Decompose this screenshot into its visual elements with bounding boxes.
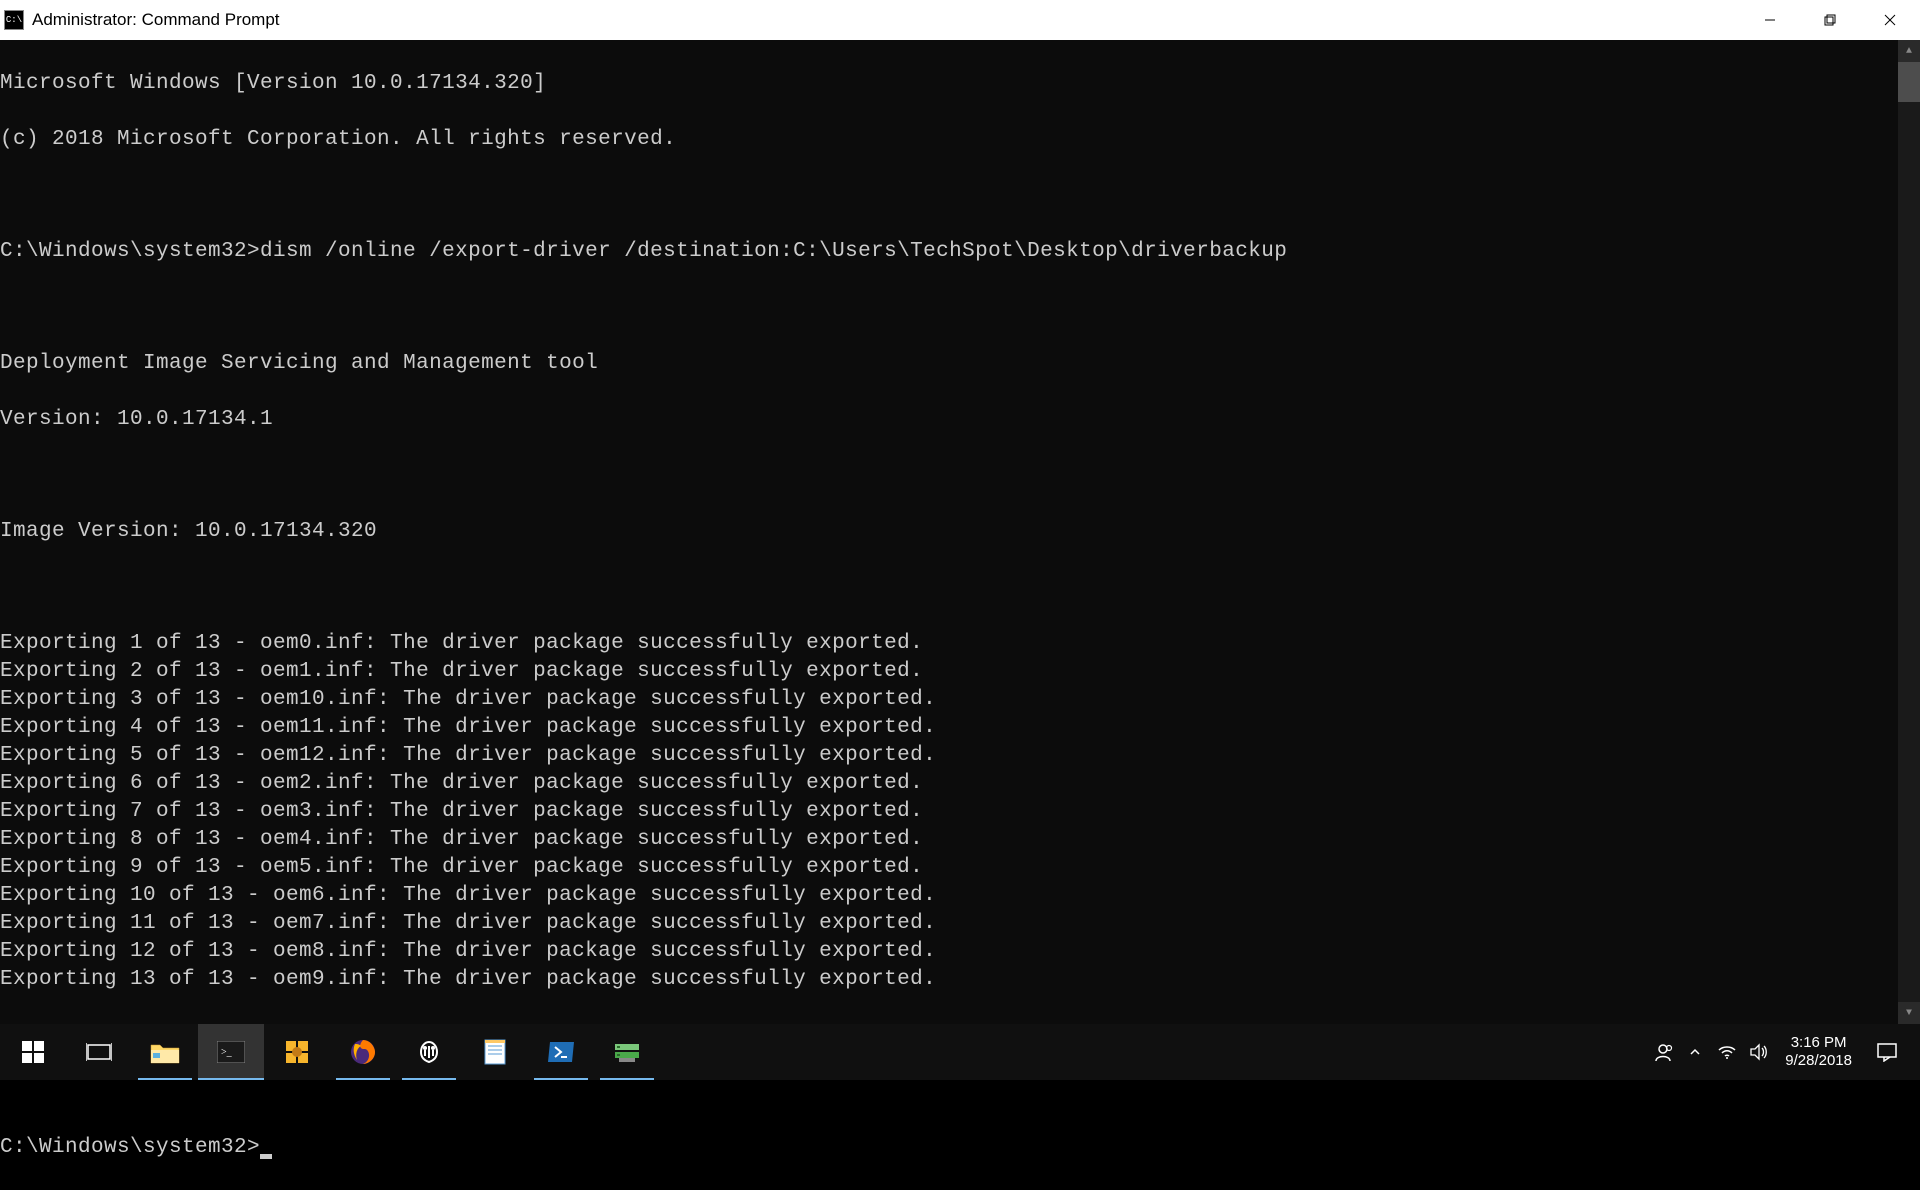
console-line — [0, 462, 1920, 490]
console-line — [0, 294, 1920, 322]
wifi-icon[interactable] — [1711, 1024, 1743, 1080]
console-line: Exporting 5 of 13 - oem12.inf: The drive… — [0, 742, 1920, 770]
window-controls — [1740, 0, 1920, 40]
time-text: 3:16 PM — [1785, 1034, 1852, 1052]
clock[interactable]: 3:16 PM 9/28/2018 — [1775, 1034, 1862, 1070]
console-line: Exporting 3 of 13 - oem10.inf: The drive… — [0, 686, 1920, 714]
console-line: Deployment Image Servicing and Managemen… — [0, 350, 1920, 378]
date-text: 9/28/2018 — [1785, 1052, 1852, 1070]
console-line: Exporting 6 of 13 - oem2.inf: The driver… — [0, 770, 1920, 798]
taskbar-app-powershell[interactable] — [528, 1024, 594, 1080]
taskbar-app-gitkraken[interactable] — [396, 1024, 462, 1080]
console-line: Exporting 13 of 13 - oem9.inf: The drive… — [0, 966, 1920, 994]
console-output[interactable]: Microsoft Windows [Version 10.0.17134.32… — [0, 40, 1920, 1024]
console-line: Exporting 2 of 13 - oem1.inf: The driver… — [0, 658, 1920, 686]
console-line: Microsoft Windows [Version 10.0.17134.32… — [0, 70, 1920, 98]
scrollbar[interactable]: ▲ ▼ — [1898, 40, 1920, 1024]
maximize-button[interactable] — [1800, 0, 1860, 40]
console-line: Version: 10.0.17134.1 — [0, 406, 1920, 434]
taskbar-app-cmd[interactable]: >_ — [198, 1024, 264, 1080]
scroll-thumb[interactable] — [1898, 62, 1920, 102]
console-line: Exporting 12 of 13 - oem8.inf: The drive… — [0, 938, 1920, 966]
scroll-track[interactable] — [1898, 62, 1920, 1002]
start-button[interactable] — [0, 1024, 66, 1080]
people-icon[interactable] — [1647, 1024, 1679, 1080]
console-line: C:\Windows\system32>dism /online /export… — [0, 238, 1920, 266]
cursor-icon — [260, 1154, 272, 1159]
console-line: Exporting 7 of 13 - oem3.inf: The driver… — [0, 798, 1920, 826]
scroll-down-icon[interactable]: ▼ — [1898, 1002, 1920, 1024]
scroll-up-icon[interactable]: ▲ — [1898, 40, 1920, 62]
close-button[interactable] — [1860, 0, 1920, 40]
console-line: Exporting 1 of 13 - oem0.inf: The driver… — [0, 630, 1920, 658]
console-line — [0, 182, 1920, 210]
taskbar-app-winbox[interactable] — [594, 1024, 660, 1080]
console-line: Exporting 11 of 13 - oem7.inf: The drive… — [0, 910, 1920, 938]
console-line: Exporting 9 of 13 - oem5.inf: The driver… — [0, 854, 1920, 882]
console-line — [0, 1078, 1920, 1106]
notifications-icon[interactable] — [1862, 1042, 1912, 1062]
console-line: (c) 2018 Microsoft Corporation. All righ… — [0, 126, 1920, 154]
taskbar: >_ 3:16 — [0, 1024, 1920, 1080]
taskview-button[interactable] — [66, 1024, 132, 1080]
titlebar[interactable]: C:\ Administrator: Command Prompt — [0, 0, 1920, 40]
taskbar-app-explorer[interactable] — [132, 1024, 198, 1080]
minimize-button[interactable] — [1740, 0, 1800, 40]
window-title: Administrator: Command Prompt — [32, 10, 280, 30]
console-line: Exporting 10 of 13 - oem6.inf: The drive… — [0, 882, 1920, 910]
console-line — [0, 574, 1920, 602]
taskbar-app-firefox[interactable] — [330, 1024, 396, 1080]
console-prompt: C:\Windows\system32> — [0, 1134, 1920, 1162]
console-line: Image Version: 10.0.17134.320 — [0, 518, 1920, 546]
console-line: Exporting 4 of 13 - oem11.inf: The drive… — [0, 714, 1920, 742]
taskbar-app-notepad[interactable] — [462, 1024, 528, 1080]
cmd-icon: C:\ — [4, 10, 24, 30]
svg-text:>_: >_ — [221, 1047, 233, 1058]
console-line: Exporting 8 of 13 - oem4.inf: The driver… — [0, 826, 1920, 854]
taskbar-app-yellow[interactable] — [264, 1024, 330, 1080]
chevron-up-icon[interactable] — [1679, 1024, 1711, 1080]
volume-icon[interactable] — [1743, 1024, 1775, 1080]
